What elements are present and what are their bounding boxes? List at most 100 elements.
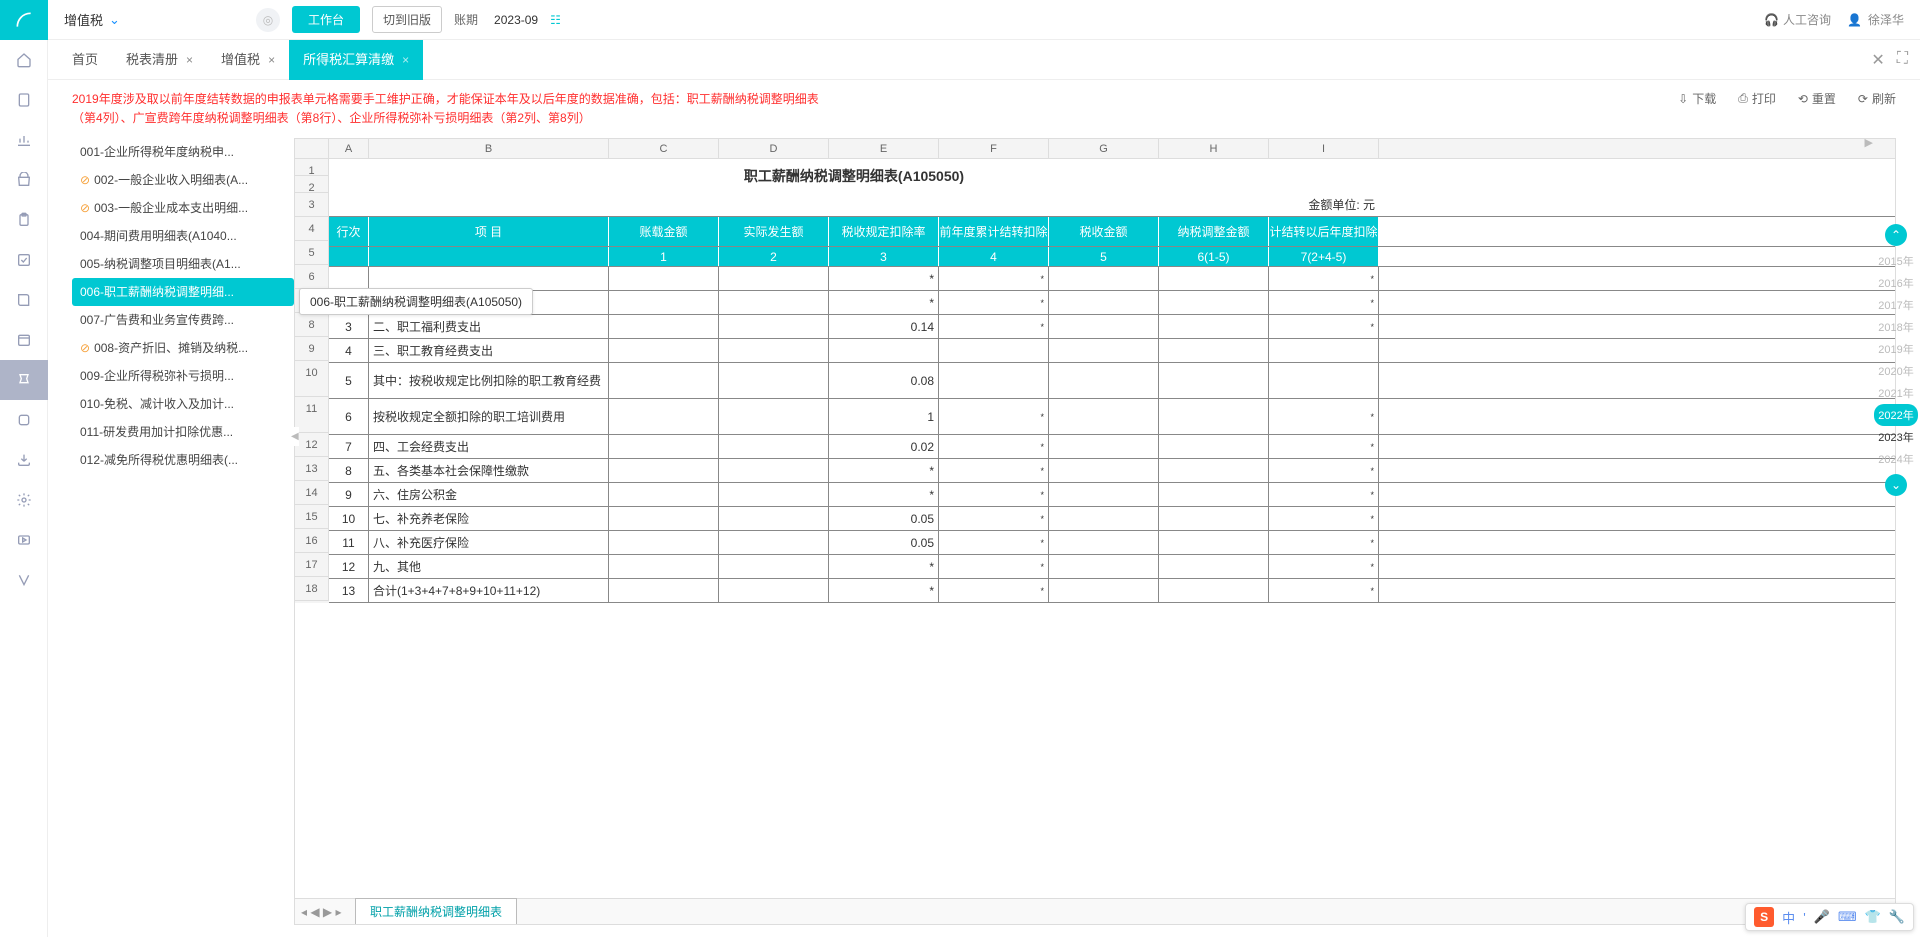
cell[interactable]: [1159, 507, 1269, 530]
cell[interactable]: [1159, 555, 1269, 578]
sheet-tab[interactable]: 职工薪酬纳税调整明细表: [355, 898, 517, 924]
rail-calendar-icon[interactable]: [0, 320, 48, 360]
tree-item[interactable]: 005-纳税调整项目明细表(A1...: [72, 250, 294, 278]
cell[interactable]: [1159, 399, 1269, 434]
cell[interactable]: *: [829, 555, 939, 578]
cell[interactable]: [719, 531, 829, 554]
ime-mic-icon[interactable]: 🎤: [1814, 909, 1830, 925]
cell[interactable]: [719, 483, 829, 506]
cell[interactable]: 5: [329, 363, 369, 398]
row-header[interactable]: 16: [295, 529, 329, 553]
row-header[interactable]: 3: [295, 193, 329, 217]
cell[interactable]: [719, 363, 829, 398]
cell[interactable]: 五、各类基本社会保障性缴款: [369, 459, 609, 482]
cell[interactable]: [609, 339, 719, 362]
cell[interactable]: [1049, 291, 1159, 314]
cell[interactable]: 12: [329, 555, 369, 578]
tree-item[interactable]: ⊘002-一般企业收入明细表(A...: [72, 166, 294, 194]
cell[interactable]: [1049, 267, 1159, 290]
col-header[interactable]: B: [369, 139, 609, 158]
cell[interactable]: *: [939, 291, 1049, 314]
cell[interactable]: *: [939, 507, 1049, 530]
tab-1[interactable]: 税表清册×: [112, 40, 207, 80]
cell[interactable]: [719, 339, 829, 362]
col-header[interactable]: E: [829, 139, 939, 158]
tree-item[interactable]: 012-减免所得税优惠明细表(...: [72, 446, 294, 474]
row-header[interactable]: 15: [295, 505, 329, 529]
year-item[interactable]: 2021年: [1874, 382, 1918, 404]
cell[interactable]: *: [1269, 555, 1379, 578]
cell[interactable]: 其中：股权激励: [369, 291, 609, 314]
ime-bar[interactable]: S 中 ' 🎤 ⌨ 👕 🔧: [1745, 903, 1914, 931]
tab-0[interactable]: 首页: [58, 40, 112, 80]
rail-chart-icon[interactable]: [0, 120, 48, 160]
cell[interactable]: [609, 579, 719, 602]
user-menu[interactable]: 👤 徐泽华: [1847, 11, 1904, 28]
cell[interactable]: *: [939, 555, 1049, 578]
cell[interactable]: [719, 555, 829, 578]
cell[interactable]: [609, 435, 719, 458]
cell[interactable]: 2: [719, 247, 829, 266]
cell[interactable]: *: [939, 315, 1049, 338]
cell[interactable]: 以前年度累计结转扣除额: [939, 217, 1049, 246]
cell[interactable]: 职工薪酬纳税调整明细表(A105050): [329, 159, 1379, 193]
col-header[interactable]: F: [939, 139, 1049, 158]
cell[interactable]: 4: [329, 339, 369, 362]
row-header[interactable]: 12: [295, 433, 329, 457]
spreadsheet[interactable]: ▶ ABCDEFGHI 123456789101112131415161718 …: [294, 138, 1896, 925]
cell[interactable]: *: [1269, 315, 1379, 338]
cell[interactable]: *: [829, 291, 939, 314]
cell[interactable]: [1159, 339, 1269, 362]
tree-item[interactable]: 001-企业所得税年度纳税申...: [72, 138, 294, 166]
rail-link-icon[interactable]: [0, 400, 48, 440]
cell[interactable]: 税收规定扣除率: [829, 217, 939, 246]
cell[interactable]: 6: [329, 399, 369, 434]
tree-item[interactable]: ⊘008-资产折旧、摊销及纳税...: [72, 334, 294, 362]
cell[interactable]: 项 目: [369, 217, 609, 246]
rail-v-icon[interactable]: [0, 560, 48, 600]
cell[interactable]: [329, 247, 369, 266]
col-header[interactable]: H: [1159, 139, 1269, 158]
col-header[interactable]: G: [1049, 139, 1159, 158]
cell[interactable]: 按税收规定全额扣除的职工培训费用: [369, 399, 609, 434]
cell[interactable]: [939, 339, 1049, 362]
cell[interactable]: [1269, 363, 1379, 398]
cell[interactable]: [1049, 579, 1159, 602]
cell[interactable]: *: [939, 399, 1049, 434]
cell[interactable]: *: [829, 579, 939, 602]
tab-2[interactable]: 增值税×: [207, 40, 289, 80]
ime-kbd-icon[interactable]: ⌨: [1838, 909, 1857, 925]
cell[interactable]: 5: [1049, 247, 1159, 266]
cell[interactable]: 7: [329, 435, 369, 458]
row-header[interactable]: 17: [295, 553, 329, 577]
row-header[interactable]: 10: [295, 361, 329, 397]
cell[interactable]: [1049, 399, 1159, 434]
cell[interactable]: *: [1269, 291, 1379, 314]
cell[interactable]: 八、补充医疗保险: [369, 531, 609, 554]
cell[interactable]: *: [1269, 507, 1379, 530]
cell[interactable]: *: [939, 459, 1049, 482]
workspace-button[interactable]: 工作台: [292, 6, 360, 33]
cell[interactable]: [829, 339, 939, 362]
cell[interactable]: *: [939, 483, 1049, 506]
rail-book-icon[interactable]: [0, 280, 48, 320]
cell[interactable]: [609, 531, 719, 554]
cell[interactable]: [1049, 555, 1159, 578]
row-header[interactable]: 18: [295, 577, 329, 601]
cell[interactable]: 六、住房公积金: [369, 483, 609, 506]
cell[interactable]: 3: [829, 247, 939, 266]
cell[interactable]: [1049, 531, 1159, 554]
cell[interactable]: *: [939, 435, 1049, 458]
cell[interactable]: 累计结转以后年度扣除额: [1269, 217, 1379, 246]
cell[interactable]: [609, 507, 719, 530]
cell[interactable]: [939, 363, 1049, 398]
cell[interactable]: 1: [609, 247, 719, 266]
tree-item[interactable]: 009-企业所得税弥补亏损明...: [72, 362, 294, 390]
refresh-button[interactable]: ⟳刷新: [1858, 90, 1896, 107]
reset-button[interactable]: ⟲重置: [1798, 90, 1836, 107]
tree-item[interactable]: 004-期间费用明细表(A1040...: [72, 222, 294, 250]
cell[interactable]: [609, 291, 719, 314]
year-item[interactable]: 2015年: [1874, 250, 1918, 272]
cell[interactable]: [1159, 459, 1269, 482]
rail-video-icon[interactable]: [0, 520, 48, 560]
